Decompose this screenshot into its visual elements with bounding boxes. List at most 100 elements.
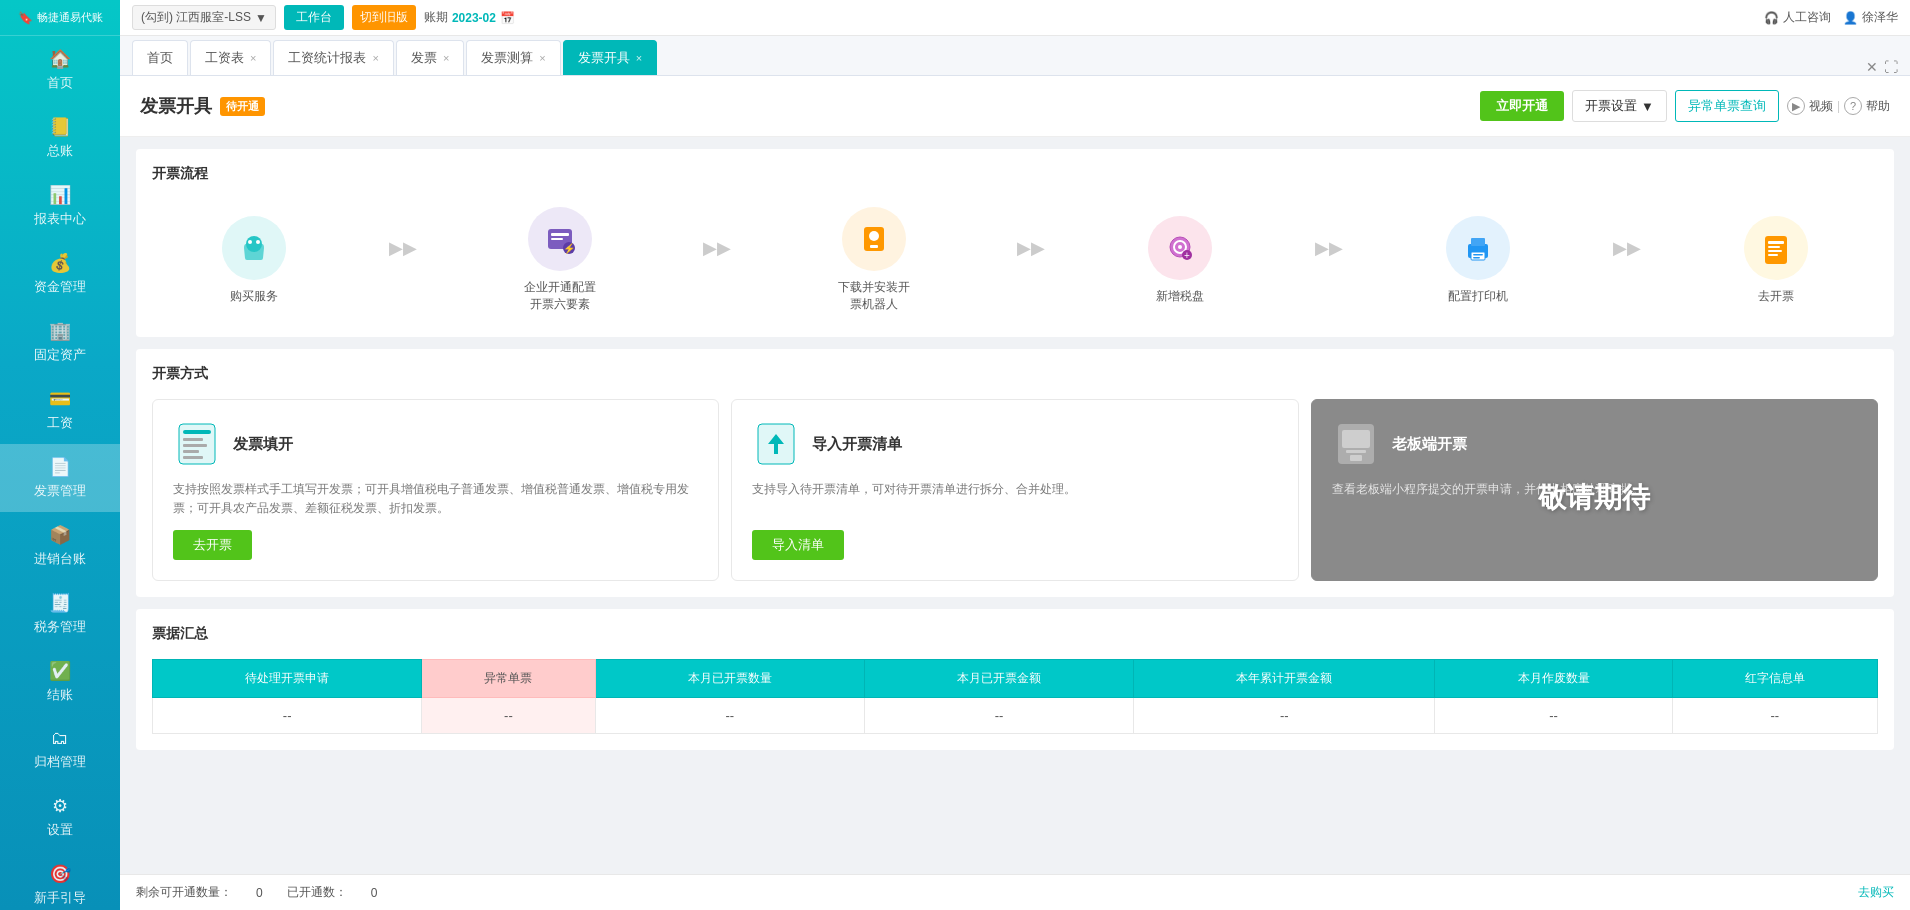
summary-header-month-void: 本月作废数量 <box>1435 660 1672 698</box>
tab-invoice-open[interactable]: 发票开具 × <box>563 40 657 75</box>
import-method-title: 导入开票清单 <box>812 435 902 454</box>
tab-invoice-calc-close[interactable]: × <box>539 52 545 64</box>
buy-link[interactable]: 去购买 <box>1858 884 1894 901</box>
flow-title: 开票流程 <box>152 165 1878 183</box>
summary-header-red-info: 红字信息单 <box>1672 660 1877 698</box>
flow-step-open[interactable]: 去开票 <box>1744 216 1808 305</box>
sidebar-item-reports[interactable]: 📊 报表中心 <box>0 172 120 240</box>
tab-invoice-calc-label: 发票测算 <box>481 49 533 67</box>
download-label: 下载并安装开票机器人 <box>834 279 914 313</box>
tab-invoice[interactable]: 发票 × <box>396 40 464 75</box>
flow-step-buy-service[interactable]: 购买服务 <box>222 216 286 305</box>
sidebar: 🔖 畅捷通易代账 🏠 首页 📒 总账 📊 报表中心 💰 资金管理 🏢 固定资产 … <box>0 0 120 910</box>
boss-method-icon <box>1332 420 1380 468</box>
sidebar-item-assets[interactable]: 🏢 固定资产 <box>0 308 120 376</box>
help-icon[interactable]: ? <box>1844 97 1862 115</box>
svg-rect-25 <box>1768 254 1778 256</box>
tab-payroll-report[interactable]: 工资统计报表 × <box>273 40 393 75</box>
svg-point-9 <box>869 231 879 241</box>
svg-rect-28 <box>183 438 203 441</box>
sidebar-item-archive[interactable]: 🗂 归档管理 <box>0 716 120 783</box>
tab-payroll-table-close[interactable]: × <box>250 52 256 64</box>
config-circle: ⚡ <box>528 207 592 271</box>
sidebar-item-purchase[interactable]: 📦 进销台账 <box>0 512 120 580</box>
tab-invoice-close[interactable]: × <box>443 52 449 64</box>
sidebar-logo: 🔖 畅捷通易代账 <box>0 0 120 36</box>
manual-invoice-button[interactable]: 去开票 <box>173 530 252 560</box>
service-label: 人工咨询 <box>1783 9 1831 26</box>
user-avatar-icon: 👤 <box>1843 11 1858 25</box>
open-settings-button[interactable]: 开票设置 ▼ <box>1572 90 1667 122</box>
taxbox-circle: + <box>1148 216 1212 280</box>
workbench-button[interactable]: 工作台 <box>284 5 344 30</box>
page-title-text: 发票开具 <box>140 94 212 118</box>
method-card-manual-header: 发票填开 <box>173 420 698 468</box>
user-profile[interactable]: 👤 徐泽华 <box>1843 9 1898 26</box>
sidebar-item-ledger[interactable]: 📒 总账 <box>0 104 120 172</box>
method-card-boss-header: 老板端开票 <box>1332 420 1857 468</box>
calendar-icon[interactable]: 📅 <box>500 11 515 25</box>
service-icon: 🎧 <box>1764 11 1779 25</box>
tab-payroll-table[interactable]: 工资表 × <box>190 40 271 75</box>
flow-step-taxbox[interactable]: + 新增税盘 <box>1148 216 1212 305</box>
flow-steps: 购买服务 ▶▶ ⚡ 企业开通配置开票六要素 ▶▶ 下载并安装开票机器人 ▶ <box>152 199 1878 321</box>
status-badge: 待开通 <box>220 97 265 116</box>
sidebar-item-label: 报表中心 <box>34 210 86 228</box>
assets-icon: 🏢 <box>49 320 71 342</box>
svg-rect-23 <box>1768 246 1780 248</box>
flow-step-config[interactable]: ⚡ 企业开通配置开票六要素 <box>520 207 600 313</box>
cell-abnormal: -- <box>422 698 595 734</box>
sidebar-item-label: 新手引导 <box>34 889 86 907</box>
tab-home[interactable]: 首页 <box>132 40 188 75</box>
company-selector[interactable]: (勾到) 江西服室-LSS ▼ <box>132 5 276 30</box>
sidebar-item-payroll[interactable]: 💳 工资 <box>0 376 120 444</box>
sidebar-item-label: 归档管理 <box>34 753 86 771</box>
tab-bar-icons: ✕ ⛶ <box>1866 59 1898 75</box>
config-label: 企业开通配置开票六要素 <box>520 279 600 313</box>
settlement-icon: ✅ <box>49 660 71 682</box>
flow-step-printer[interactable]: 配置打印机 <box>1446 216 1510 305</box>
old-version-button[interactable]: 切到旧版 <box>352 5 416 30</box>
method-card-manual: 发票填开 支持按照发票样式手工填写开发票；可开具增值税电子普通发票、增值税普通发… <box>152 399 719 581</box>
svg-rect-5 <box>551 238 563 240</box>
svg-text:⚡: ⚡ <box>563 242 576 255</box>
open-now-button[interactable]: 立即开通 <box>1480 91 1564 121</box>
cell-month-count: -- <box>595 698 864 734</box>
logo-icon: 🔖 <box>18 11 33 25</box>
remaining-label: 剩余可开通数量： <box>136 884 232 901</box>
svg-rect-31 <box>183 456 203 459</box>
import-invoice-button[interactable]: 导入清单 <box>752 530 844 560</box>
funds-icon: 💰 <box>49 252 71 274</box>
cell-year-amount: -- <box>1134 698 1435 734</box>
sidebar-item-funds[interactable]: 💰 资金管理 <box>0 240 120 308</box>
cell-month-amount: -- <box>864 698 1133 734</box>
sidebar-item-settlement[interactable]: ✅ 结账 <box>0 648 120 716</box>
topbar-right: 🎧 人工咨询 👤 徐泽华 <box>1764 9 1898 26</box>
sidebar-item-home[interactable]: 🏠 首页 <box>0 36 120 104</box>
close-window-button[interactable]: ✕ <box>1866 59 1878 75</box>
abnormal-query-button[interactable]: 异常单票查询 <box>1675 90 1779 122</box>
tab-payroll-report-close[interactable]: × <box>372 52 378 64</box>
summary-header-pending: 待处理开票申请 <box>153 660 422 698</box>
sidebar-item-invoice[interactable]: 📄 发票管理 <box>0 444 120 512</box>
opened-value: 0 <box>371 886 378 900</box>
coming-soon-text: 敬请期待 <box>1538 479 1650 517</box>
open-invoice-circle <box>1744 216 1808 280</box>
expand-window-button[interactable]: ⛶ <box>1884 59 1898 75</box>
svg-rect-19 <box>1473 254 1483 256</box>
flow-step-download[interactable]: 下载并安装开票机器人 <box>834 207 914 313</box>
customer-service[interactable]: 🎧 人工咨询 <box>1764 9 1831 26</box>
summary-header-year-amount: 本年累计开票金额 <box>1134 660 1435 698</box>
topbar: (勾到) 江西服室-LSS ▼ 工作台 切到旧版 账期 2023-02 📅 🎧 … <box>120 0 1910 36</box>
tabbar: 首页 工资表 × 工资统计报表 × 发票 × 发票测算 × 发票开具 × ✕ ⛶ <box>120 36 1910 76</box>
period-info: 账期 2023-02 📅 <box>424 9 515 26</box>
tab-invoice-calc[interactable]: 发票测算 × <box>466 40 560 75</box>
sidebar-item-settings[interactable]: ⚙ 设置 <box>0 783 120 851</box>
sidebar-item-tax[interactable]: 🧾 税务管理 <box>0 580 120 648</box>
video-icon[interactable]: ▶ <box>1787 97 1805 115</box>
settings-icon: ⚙ <box>52 795 68 817</box>
tab-invoice-open-close[interactable]: × <box>636 52 642 64</box>
help-label: 帮助 <box>1866 98 1890 115</box>
svg-rect-17 <box>1471 238 1485 246</box>
sidebar-item-guide[interactable]: 🎯 新手引导 <box>0 851 120 910</box>
